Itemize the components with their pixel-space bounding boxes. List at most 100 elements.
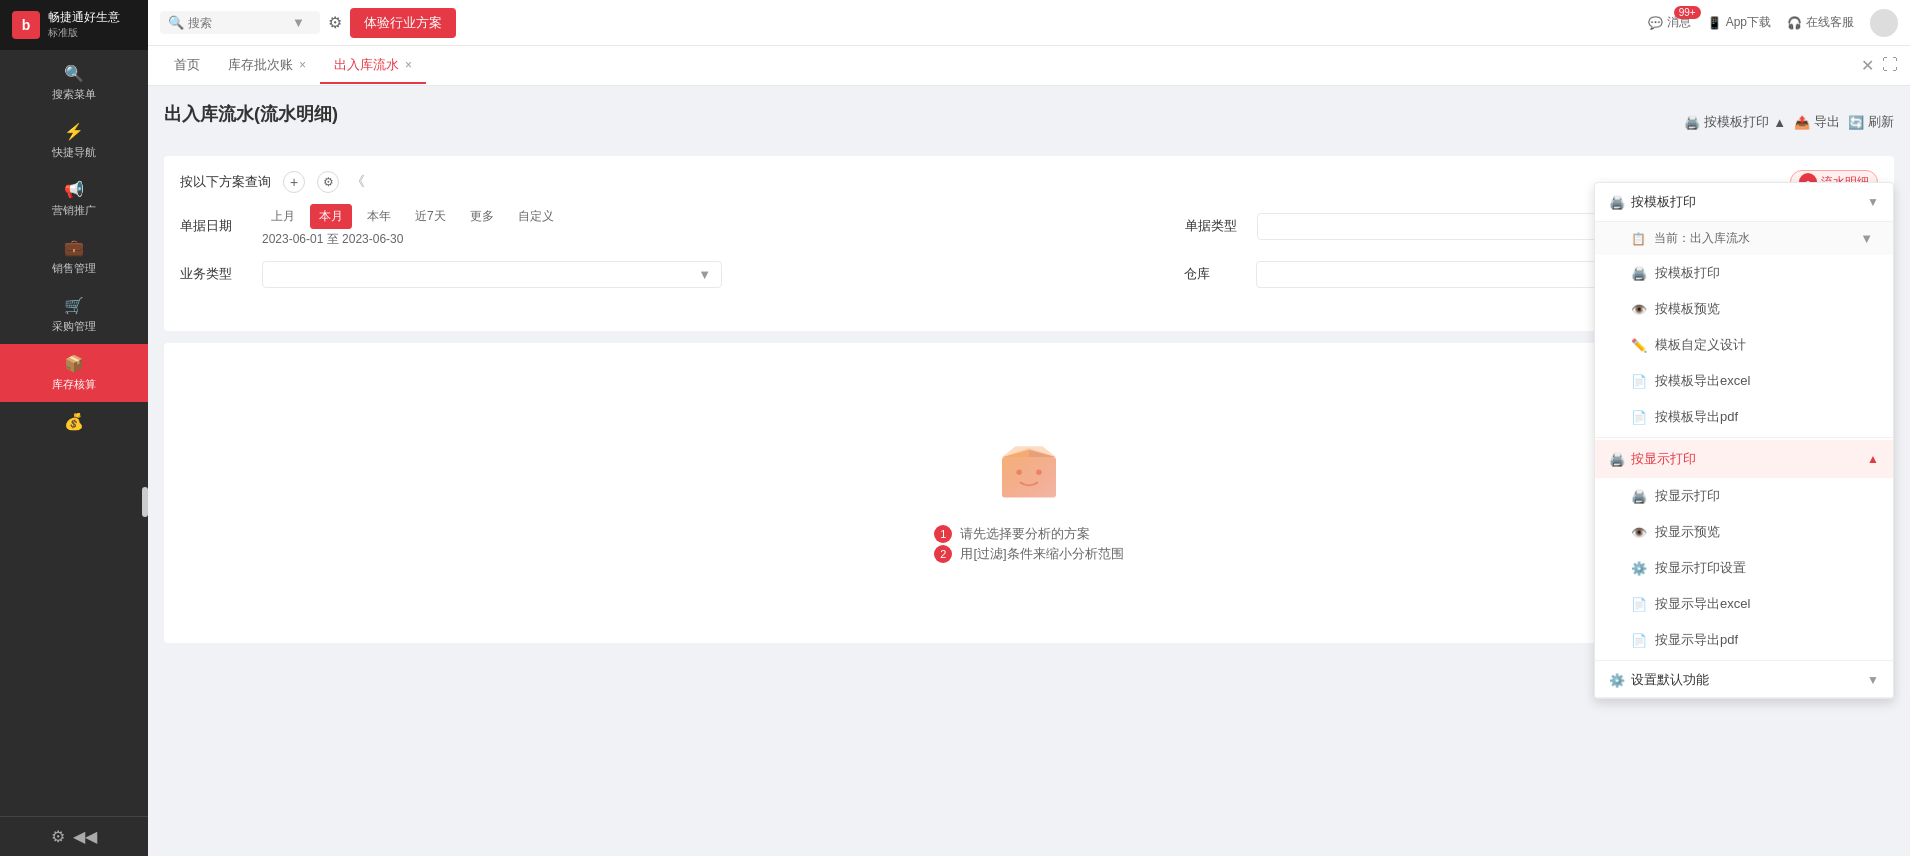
panel-divider-2 [1595, 660, 1893, 661]
template-print-section-header[interactable]: 🖨️ 按模板打印 ▼ [1595, 183, 1893, 222]
date-btn-本年[interactable]: 本年 [358, 204, 400, 229]
online-service-btn[interactable]: 🎧 在线客服 [1787, 14, 1854, 31]
message-badge: 99+ [1674, 6, 1701, 19]
date-btn-本月[interactable]: 本月 [310, 204, 352, 229]
sidebar-item-inventory[interactable]: 📦库存核算 [0, 344, 148, 402]
svg-point-5 [1036, 470, 1041, 475]
sidebar-item-purchase[interactable]: 🛒 采购管理 [0, 286, 148, 344]
search-dropdown-icon[interactable]: ▼ [292, 15, 305, 30]
display-preview-label: 按显示预览 [1655, 523, 1720, 541]
business-type-select[interactable]: ▼ [262, 261, 722, 288]
display-print-section-header[interactable]: 🖨️ 按显示打印 ▲ [1595, 440, 1893, 478]
template-preview-label: 按模板预览 [1655, 300, 1720, 318]
tab-flow-water-close[interactable]: × [405, 58, 412, 72]
window-close-icon[interactable]: ✕ [1861, 56, 1874, 75]
date-btn-自定义[interactable]: 自定义 [509, 204, 563, 229]
display-export-excel-item[interactable]: 📄 按显示导出excel [1595, 586, 1893, 622]
export-label: 导出 [1814, 113, 1840, 131]
display-print-sub-icon: 🖨️ [1631, 489, 1647, 504]
sidebar-header: b 畅捷通好生意 标准版 [0, 0, 148, 50]
tab-flow-water-label: 出入库流水 [334, 56, 399, 74]
app-title: 畅捷通好生意 [48, 10, 120, 26]
business-type-arrow: ▼ [698, 267, 711, 282]
sidebar-item-quick-nav[interactable]: ⚡快捷导航 [0, 112, 148, 170]
tab-home[interactable]: 首页 [160, 48, 214, 84]
dropdown-current-item[interactable]: 📋 当前：出入库流水 ▼ [1595, 222, 1893, 255]
empty-icon [984, 421, 1074, 511]
search-input[interactable] [188, 16, 288, 30]
filter-collapse-button[interactable]: 《 [351, 173, 365, 191]
default-function-text: 设置默认功能 [1631, 671, 1709, 689]
print-template-btn[interactable]: 🖨️ 按模板打印 ▲ [1684, 113, 1786, 131]
display-preview-item[interactable]: 👁️ 按显示预览 [1595, 514, 1893, 550]
date-btn-上月[interactable]: 上月 [262, 204, 304, 229]
default-func-icon: ⚙️ [1609, 673, 1625, 688]
search-icon: 🔍 [168, 15, 184, 30]
sidebar-item-label: 库存核算 [52, 377, 96, 392]
svg-rect-0 [1002, 457, 1056, 498]
display-print-settings-item[interactable]: ⚙️ 按显示打印设置 [1595, 550, 1893, 586]
tab-flow-water[interactable]: 出入库流水 × [320, 48, 426, 84]
date-filter-wrapper: 上月本月本年近7天更多自定义 2023-06-01 至 2023-06-30 [262, 204, 563, 248]
date-btn-更多[interactable]: 更多 [461, 204, 503, 229]
date-filter-label: 单据日期 [180, 217, 250, 235]
template-section-arrow: ▼ [1867, 195, 1879, 209]
sidebar-item-label: 采购管理 [52, 319, 96, 334]
warehouse-label: 仓库 [1184, 265, 1244, 283]
message-btn[interactable]: 💬 消息 99+ [1648, 14, 1691, 31]
date-btn-近7天[interactable]: 近7天 [406, 204, 455, 229]
tab-batch-account-close[interactable]: × [299, 58, 306, 72]
current-item-arrow: ▼ [1860, 231, 1873, 246]
template-export-pdf-label: 按模板导出pdf [1655, 408, 1738, 426]
tab-batch-account[interactable]: 库存批次账 × [214, 48, 320, 84]
template-custom-item[interactable]: ✏️ 模板自定义设计 [1595, 327, 1893, 363]
display-print-icon: 🖨️ [1609, 452, 1625, 467]
collapse-icon[interactable]: ◀◀ [73, 827, 97, 846]
refresh-label: 刷新 [1868, 113, 1894, 131]
type-filter-label: 单据类型 [1185, 217, 1245, 235]
search-box[interactable]: 🔍 ▼ [160, 11, 320, 34]
trial-button[interactable]: 体验行业方案 [350, 8, 456, 38]
sidebar-item-sales[interactable]: 💼销售管理 [0, 228, 148, 286]
export-btn[interactable]: 📤 导出 [1794, 113, 1840, 131]
topbar-settings-icon[interactable]: ⚙ [328, 13, 342, 32]
tabs-bar: 首页 库存批次账 × 出入库流水 × ✕ ⛶ [148, 46, 1910, 86]
sidebar-item-marketing[interactable]: 📢营销推广 [0, 170, 148, 228]
display-print-item[interactable]: 🖨️ 按显示打印 [1595, 478, 1893, 514]
filter-settings-button[interactable]: ⚙ [317, 171, 339, 193]
sidebar-item-finance[interactable]: 💰资金管理 [0, 402, 148, 437]
display-pdf-icon: 📄 [1631, 633, 1647, 648]
display-section-arrow: ▲ [1867, 452, 1879, 466]
filter-add-button[interactable]: + [283, 171, 305, 193]
svg-point-4 [1016, 470, 1021, 475]
template-print-header-text: 按模板打印 [1631, 193, 1696, 211]
finance-icon: 💰 [64, 412, 84, 431]
date-range-text: 2023-06-01 至 2023-06-30 [262, 231, 563, 248]
display-export-pdf-item[interactable]: 📄 按显示导出pdf [1595, 622, 1893, 658]
empty-step-2: 2 用[过滤]条件来缩小分析范围 [934, 545, 1123, 563]
display-preview-icon: 👁️ [1631, 525, 1647, 540]
settings-icon[interactable]: ⚙ [51, 827, 65, 846]
template-preview-item[interactable]: 👁️ 按模板预览 [1595, 291, 1893, 327]
app-download-btn[interactable]: 📱 App下载 [1707, 14, 1771, 31]
sidebar-nav: 🔍搜索菜单⚡快捷导航📢营销推广💼销售管理🛒采购管理📦库存核算💰资金管理📊经营管理… [0, 50, 148, 437]
sidebar-item-search[interactable]: 🔍搜索菜单 [0, 54, 148, 112]
print-template-label: 按模板打印 [1704, 113, 1769, 131]
window-expand-icon[interactable]: ⛶ [1882, 56, 1898, 75]
avatar[interactable] [1870, 9, 1898, 37]
template-export-excel-item[interactable]: 📄 按模板导出excel [1595, 363, 1893, 399]
step-1-num: 1 [934, 525, 952, 543]
default-function-header[interactable]: ⚙️ 设置默认功能 ▼ [1595, 663, 1893, 698]
template-pdf-icon: 📄 [1631, 410, 1647, 425]
business-type-label: 业务类型 [180, 265, 250, 283]
template-print-item[interactable]: 🖨️ 按模板打印 [1595, 255, 1893, 291]
default-function-label: ⚙️ 设置默认功能 [1609, 671, 1709, 689]
purchase-icon: 🛒 [64, 296, 84, 315]
template-export-pdf-item[interactable]: 📄 按模板导出pdf [1595, 399, 1893, 435]
refresh-btn[interactable]: 🔄 刷新 [1848, 113, 1894, 131]
sidebar-scroll-area [0, 437, 148, 816]
sidebar-item-label: 营销推广 [52, 203, 96, 218]
current-item-label: 当前：出入库流水 [1654, 230, 1750, 247]
panel-divider [1595, 437, 1893, 438]
template-custom-icon: ✏️ [1631, 338, 1647, 353]
